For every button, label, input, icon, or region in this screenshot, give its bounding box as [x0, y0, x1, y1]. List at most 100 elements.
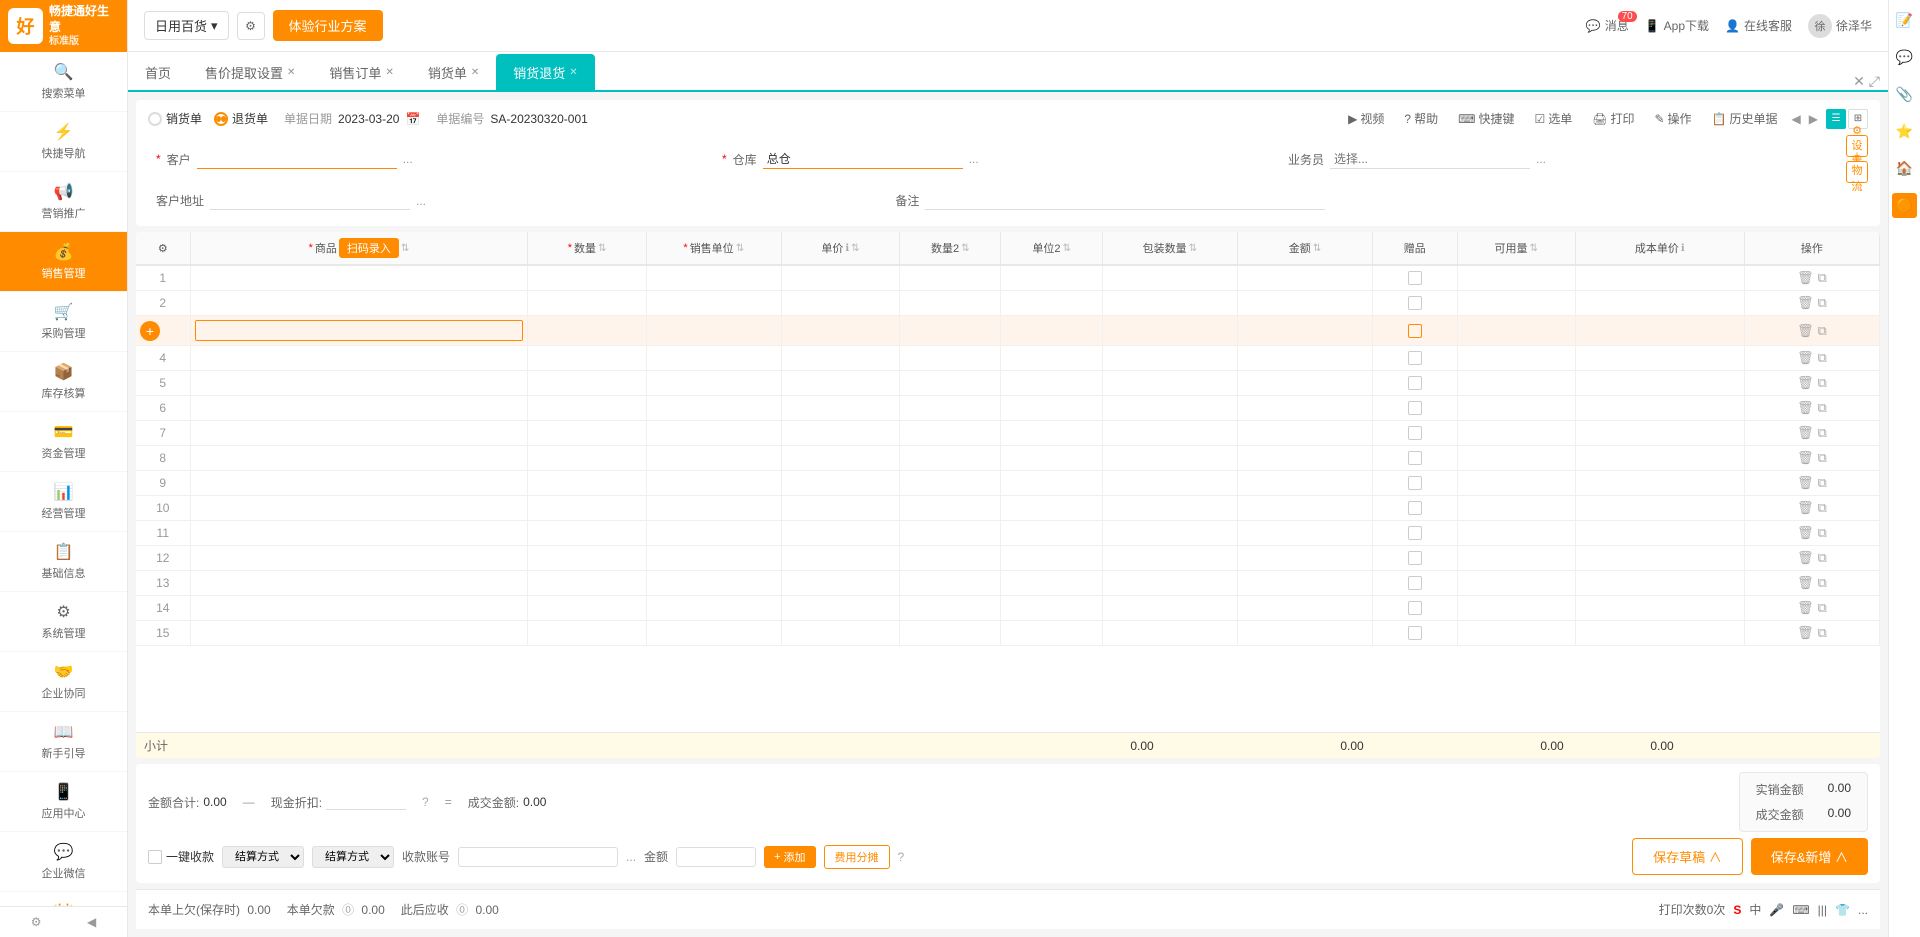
gift-checkbox-11[interactable]: [1408, 526, 1422, 540]
right-panel-home-icon[interactable]: 🏠: [1892, 156, 1917, 181]
unit2-sort-icon[interactable]: ⇅: [1062, 243, 1070, 254]
warehouse-select-icon[interactable]: ...: [969, 152, 979, 166]
maximize-icon[interactable]: ⤢: [1869, 73, 1880, 90]
radio-return-bill[interactable]: 退货单: [214, 110, 268, 127]
address-input[interactable]: [210, 191, 410, 210]
copy-row-13[interactable]: ⧉: [1817, 575, 1826, 591]
tab-price-setup[interactable]: 售价提取设置 ✕: [188, 54, 312, 90]
sidebar-item-sales[interactable]: 💰 销售管理: [0, 232, 127, 292]
video-btn[interactable]: ▶ 视频: [1342, 108, 1390, 129]
online-support-btn[interactable]: 👤 在线客服: [1725, 17, 1792, 34]
delete-row-11[interactable]: 🗑: [1797, 525, 1814, 541]
right-panel-attach-icon[interactable]: 📎: [1892, 82, 1917, 107]
sidebar-item-wechat[interactable]: 💬 企业微信: [0, 832, 127, 892]
gift-checkbox-13[interactable]: [1408, 576, 1422, 590]
delete-row-14[interactable]: 🗑: [1797, 600, 1814, 616]
prev-doc-icon[interactable]: ◀: [1792, 112, 1801, 126]
topbar-settings-button[interactable]: ⚙: [237, 12, 265, 40]
discount-input[interactable]: [326, 795, 406, 810]
copy-row-15[interactable]: ⧉: [1817, 625, 1826, 641]
address-select-icon[interactable]: ...: [416, 194, 426, 208]
pack-sort-icon[interactable]: ⇅: [1189, 243, 1197, 254]
operations-btn[interactable]: ✎ 操作: [1648, 108, 1697, 129]
gift-checkbox-7[interactable]: [1408, 426, 1422, 440]
copy-row-1[interactable]: ⧉: [1817, 270, 1826, 286]
delete-row-9[interactable]: 🗑: [1797, 475, 1814, 491]
copy-row-10[interactable]: ⧉: [1817, 500, 1826, 516]
history-btn[interactable]: 📋 历史单据: [1706, 108, 1784, 129]
select-btn[interactable]: ☑ 选单: [1528, 108, 1578, 129]
save-draft-btn[interactable]: 保存草稿 ∧: [1632, 838, 1743, 875]
user-menu[interactable]: 徐 徐泽华: [1808, 14, 1872, 38]
delete-row-13[interactable]: 🗑: [1797, 575, 1814, 591]
experience-btn[interactable]: 体验行业方案: [273, 10, 383, 41]
tab-close-price-setup[interactable]: ✕: [287, 67, 295, 78]
list-view-btn[interactable]: ☰: [1826, 109, 1846, 129]
delete-row-5[interactable]: 🗑: [1797, 375, 1814, 391]
copy-row-6[interactable]: ⧉: [1817, 400, 1826, 416]
delete-row-15[interactable]: 🗑: [1797, 625, 1814, 641]
help-btn[interactable]: ? 帮助: [1398, 108, 1444, 129]
tab-sales-order[interactable]: 销售订单 ✕: [312, 54, 410, 90]
right-panel-active-icon[interactable]: 🟠: [1892, 193, 1917, 218]
one-click-payment-check[interactable]: 一键收款: [148, 848, 214, 865]
copy-row-9[interactable]: ⧉: [1817, 475, 1826, 491]
gift-checkbox-2[interactable]: [1408, 296, 1422, 310]
copy-row-4[interactable]: ⧉: [1817, 350, 1826, 366]
add-row-btn[interactable]: +: [140, 321, 160, 341]
sidebar-item-operations[interactable]: 📊 经营管理: [0, 472, 127, 532]
tab-close-sales-return[interactable]: ✕: [569, 67, 577, 78]
close-page-icon[interactable]: ✕: [1853, 73, 1865, 90]
delete-row-12[interactable]: 🗑: [1797, 550, 1814, 566]
copy-row-7[interactable]: ⧉: [1817, 425, 1826, 441]
cn-input-icon[interactable]: 中: [1749, 901, 1761, 918]
right-panel-chat-icon[interactable]: 💬: [1892, 45, 1917, 70]
logistics-btn[interactable]: + 物流: [1846, 161, 1868, 183]
goods-sort-icon[interactable]: ⇅: [401, 243, 409, 254]
avail-sort-icon[interactable]: ⇅: [1529, 243, 1537, 254]
sidebar-item-finance[interactable]: 💳 资金管理: [0, 412, 127, 472]
copy-row-3[interactable]: ⧉: [1817, 323, 1826, 339]
delete-row-2[interactable]: 🗑: [1797, 295, 1814, 311]
sidebar-item-marketing[interactable]: 📢 营销推广: [0, 172, 127, 232]
sidebar-item-system[interactable]: ⚙ 系统管理: [0, 592, 127, 652]
th-settings[interactable]: ⚙: [136, 232, 190, 265]
delete-row-6[interactable]: 🗑: [1797, 400, 1814, 416]
print-btn[interactable]: 🖨 打印: [1586, 108, 1640, 129]
calc-method-select[interactable]: 结算方式: [312, 846, 394, 868]
copy-row-14[interactable]: ⧉: [1817, 600, 1826, 616]
amount-sort-icon[interactable]: ⇅: [1313, 243, 1321, 254]
gift-checkbox-6[interactable]: [1408, 401, 1422, 415]
tab-home[interactable]: 首页: [128, 54, 188, 90]
tab-sales-bill[interactable]: 销货单 ✕: [411, 54, 496, 90]
remarks-input[interactable]: [925, 191, 1325, 210]
sidebar-item-apps[interactable]: 📱 应用中心: [0, 772, 127, 832]
next-doc-icon[interactable]: ▶: [1809, 112, 1818, 126]
delete-row-3[interactable]: 🗑: [1797, 323, 1814, 339]
gift-checkbox-10[interactable]: [1408, 501, 1422, 515]
payment-method-select[interactable]: 结算方式: [222, 846, 304, 868]
copy-row-8[interactable]: ⧉: [1817, 450, 1826, 466]
microphone-icon[interactable]: 🎤: [1769, 903, 1784, 917]
account-input[interactable]: [458, 847, 618, 867]
delete-row-1[interactable]: 🗑: [1797, 270, 1814, 286]
copy-row-2[interactable]: ⧉: [1817, 295, 1826, 311]
qty2-sort-icon[interactable]: ⇅: [961, 243, 969, 254]
customer-input[interactable]: [197, 150, 397, 169]
warehouse-input[interactable]: [763, 150, 963, 169]
right-panel-star-icon[interactable]: ⭐: [1892, 119, 1917, 144]
settings-footer-icon[interactable]: ⚙: [31, 915, 42, 929]
shirt-icon[interactable]: 👕: [1835, 903, 1850, 917]
price-sort-icon[interactable]: ⇅: [851, 243, 859, 254]
copy-row-12[interactable]: ⧉: [1817, 550, 1826, 566]
right-panel-edit-icon[interactable]: 📝: [1892, 8, 1917, 33]
gift-checkbox-1[interactable]: [1408, 271, 1422, 285]
sidebar-item-member[interactable]: 👑 畅会员: [0, 892, 127, 906]
qty-sort-icon[interactable]: ⇅: [598, 243, 606, 254]
gift-checkbox-4[interactable]: [1408, 351, 1422, 365]
copy-row-5[interactable]: ⧉: [1817, 375, 1826, 391]
delete-row-8[interactable]: 🗑: [1797, 450, 1814, 466]
fee-split-btn[interactable]: 费用分摊: [824, 845, 890, 869]
radio-sales-bill[interactable]: 销货单: [148, 110, 202, 127]
gift-checkbox-15[interactable]: [1408, 626, 1422, 640]
